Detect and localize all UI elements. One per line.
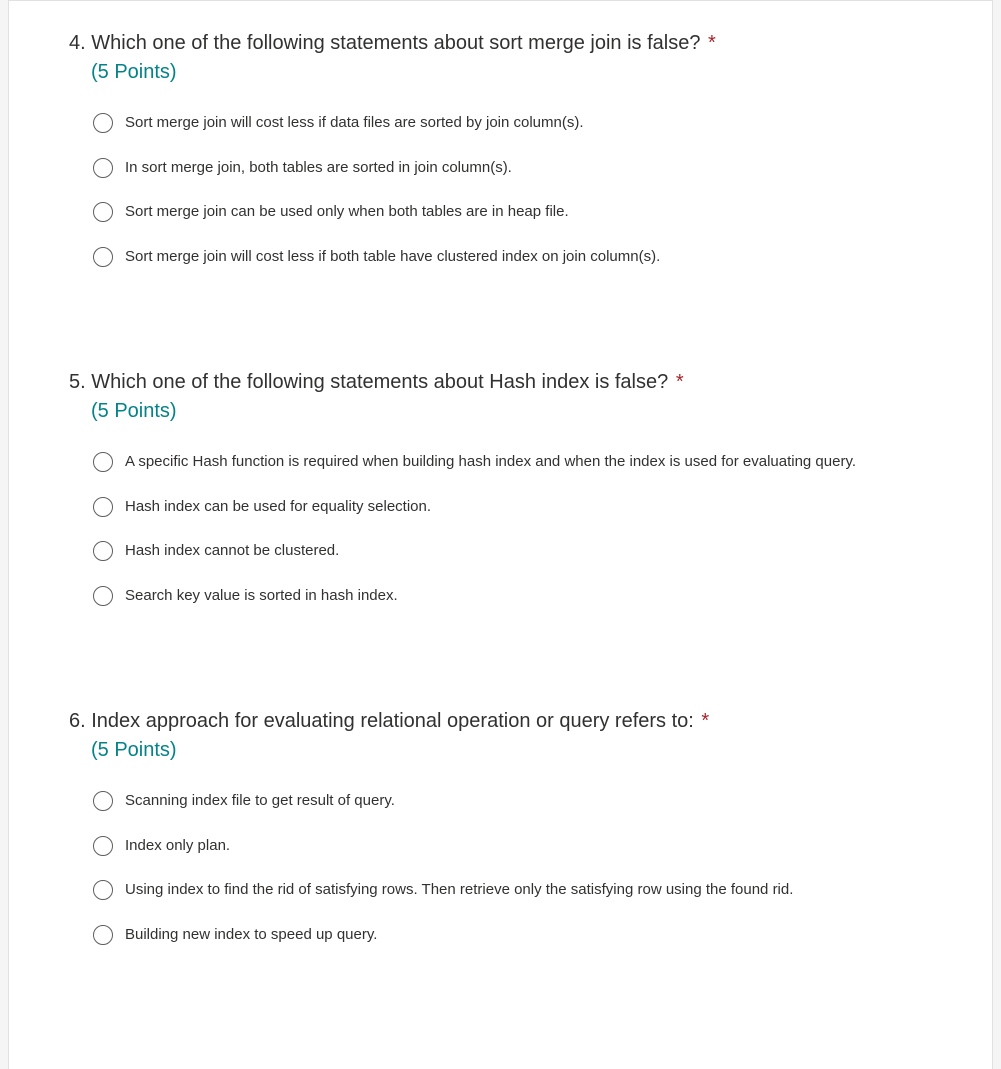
required-asterisk: * [701,710,709,732]
radio-icon[interactable] [93,113,113,133]
option-row[interactable]: Sort merge join will cost less if both t… [93,246,932,269]
option-row[interactable]: In sort merge join, both tables are sort… [93,157,932,180]
question-number: 4. [69,32,86,54]
option-label: A specific Hash function is required whe… [125,451,856,474]
question-title: 5. Which one of the following statements… [69,368,932,396]
radio-icon[interactable] [93,158,113,178]
options-group: A specific Hash function is required whe… [93,451,932,607]
question-title: 6. Index approach for evaluating relatio… [69,707,932,735]
radio-icon[interactable] [93,497,113,517]
radio-icon[interactable] [93,880,113,900]
options-group: Sort merge join will cost less if data f… [93,112,932,268]
question-block-6: 6. Index approach for evaluating relatio… [9,679,992,1018]
question-block-4: 4. Which one of the following statements… [9,1,992,340]
required-asterisk: * [676,371,684,393]
radio-icon[interactable] [93,247,113,267]
option-label: In sort merge join, both tables are sort… [125,157,512,180]
option-row[interactable]: Hash index cannot be clustered. [93,540,932,563]
radio-icon[interactable] [93,452,113,472]
option-label: Sort merge join can be used only when bo… [125,201,569,224]
required-asterisk: * [708,32,716,54]
question-text: Which one of the following statements ab… [91,371,668,393]
question-points: (5 Points) [91,739,932,762]
option-label: Building new index to speed up query. [125,924,377,947]
option-row[interactable]: A specific Hash function is required whe… [93,451,932,474]
option-label: Sort merge join will cost less if data f… [125,112,584,135]
radio-icon[interactable] [93,202,113,222]
option-label: Scanning index file to get result of que… [125,790,395,813]
question-points: (5 Points) [91,400,932,423]
option-row[interactable]: Building new index to speed up query. [93,924,932,947]
option-row[interactable]: Sort merge join will cost less if data f… [93,112,932,135]
option-row[interactable]: Hash index can be used for equality sele… [93,496,932,519]
question-text: Which one of the following statements ab… [91,32,700,54]
option-label: Using index to find the rid of satisfyin… [125,879,793,902]
option-label: Index only plan. [125,835,230,858]
option-row[interactable]: Index only plan. [93,835,932,858]
radio-icon[interactable] [93,541,113,561]
option-row[interactable]: Scanning index file to get result of que… [93,790,932,813]
option-row[interactable]: Search key value is sorted in hash index… [93,585,932,608]
question-number: 5. [69,371,86,393]
option-row[interactable]: Sort merge join can be used only when bo… [93,201,932,224]
option-label: Sort merge join will cost less if both t… [125,246,660,269]
form-container: 4. Which one of the following statements… [8,0,993,1069]
option-label: Search key value is sorted in hash index… [125,585,398,608]
radio-icon[interactable] [93,836,113,856]
question-text: Index approach for evaluating relational… [91,710,694,732]
option-row[interactable]: Using index to find the rid of satisfyin… [93,879,932,902]
question-title: 4. Which one of the following statements… [69,29,932,57]
option-label: Hash index cannot be clustered. [125,540,339,563]
radio-icon[interactable] [93,586,113,606]
question-block-5: 5. Which one of the following statements… [9,340,992,679]
question-number: 6. [69,710,86,732]
option-label: Hash index can be used for equality sele… [125,496,431,519]
options-group: Scanning index file to get result of que… [93,790,932,946]
radio-icon[interactable] [93,925,113,945]
radio-icon[interactable] [93,791,113,811]
question-points: (5 Points) [91,61,932,84]
